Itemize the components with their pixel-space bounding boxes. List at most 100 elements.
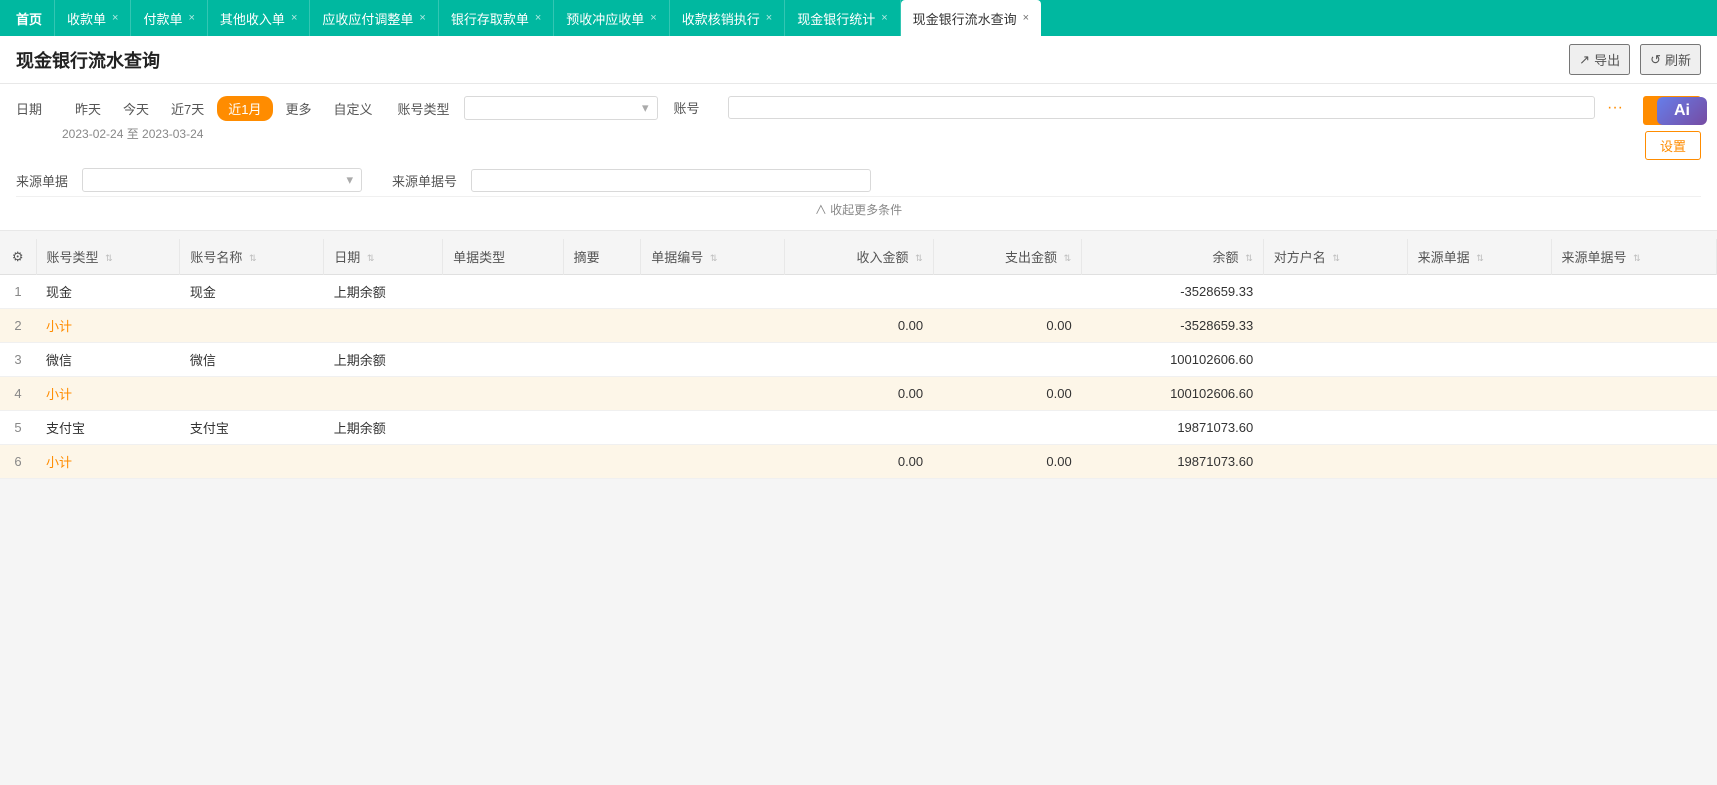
table-cell: [1407, 309, 1551, 343]
th-source-doc-no[interactable]: 来源单据号 ⇅: [1551, 239, 1716, 275]
table-cell: [1551, 309, 1716, 343]
table-cell: [563, 309, 641, 343]
sort-arrows-counterpart: ⇅: [1332, 254, 1340, 263]
table-cell: 0.00: [785, 445, 934, 479]
nav-item-verification[interactable]: 收款核销执行 ×: [670, 0, 785, 36]
sort-arrows-account-name: ⇅: [249, 254, 257, 263]
nav-close-other-income[interactable]: ×: [291, 12, 297, 24]
table-cell: 6: [0, 445, 36, 479]
nav-item-home[interactable]: 首页: [4, 0, 55, 36]
ai-badge[interactable]: Ai: [1657, 97, 1707, 125]
nav-item-payment[interactable]: 付款单 ×: [131, 0, 207, 36]
data-table: 账号类型 ⇅ 账号名称 ⇅ 日期 ⇅ 单据类型 摘要 单据编: [0, 239, 1717, 479]
nav-ar-ap-label: 应收应付调整单: [322, 9, 413, 28]
th-account-type-label: 账号类型: [47, 250, 99, 265]
export-button[interactable]: ↗ 导出: [1569, 44, 1630, 75]
filter-area: 日期 昨天 今天 近7天 近1月 更多 自定义 2023-02-24 至 202…: [0, 84, 1717, 231]
account-dots-btn[interactable]: ···: [1603, 99, 1627, 117]
table-header-row: 账号类型 ⇅ 账号名称 ⇅ 日期 ⇅ 单据类型 摘要 单据编: [0, 239, 1717, 275]
table-cell: 小计: [36, 445, 180, 479]
table-cell: 0.00: [933, 309, 1082, 343]
source-doc-select[interactable]: ▾: [82, 168, 362, 192]
nav-item-cash-bank-query[interactable]: 现金银行流水查询 ×: [901, 0, 1041, 36]
th-balance-label: 余额: [1213, 250, 1239, 265]
table-cell: [1551, 411, 1716, 445]
table-cell: -3528659.33: [1082, 309, 1264, 343]
date-label: 日期: [16, 99, 56, 118]
table-cell: [785, 275, 934, 309]
sort-arrows-doc-no: ⇅: [710, 254, 718, 263]
date-btn-today[interactable]: 今天: [114, 96, 158, 121]
table-cell: 现金: [36, 275, 180, 309]
table-cell: [1407, 343, 1551, 377]
date-btn-7days[interactable]: 近7天: [162, 96, 213, 121]
sort-arrows-income: ⇅: [915, 254, 923, 263]
table-cell: [563, 411, 641, 445]
table-cell: 19871073.60: [1082, 445, 1264, 479]
th-gear[interactable]: [0, 239, 36, 275]
table-cell: 19871073.60: [1082, 411, 1264, 445]
sort-arrows-date: ⇅: [367, 254, 375, 263]
nav-close-payment[interactable]: ×: [188, 12, 194, 24]
table-cell: [1263, 445, 1407, 479]
table-cell: [1551, 275, 1716, 309]
th-balance[interactable]: 余额 ⇅: [1082, 239, 1264, 275]
sort-arrows-source-doc: ⇅: [1476, 254, 1484, 263]
date-btn-1month[interactable]: 近1月: [217, 96, 272, 121]
sort-arrows-expense: ⇅: [1064, 254, 1072, 263]
account-type-select[interactable]: ▾: [464, 96, 658, 120]
th-doc-type: 单据类型: [443, 239, 564, 275]
table-cell: [1263, 411, 1407, 445]
collapse-bar[interactable]: ∧ 收起更多条件: [16, 196, 1701, 222]
th-account-type[interactable]: 账号类型 ⇅: [36, 239, 180, 275]
th-date[interactable]: 日期 ⇅: [324, 239, 443, 275]
refresh-label: 刷新: [1665, 50, 1691, 69]
nav-close-ar-ap[interactable]: ×: [419, 12, 425, 24]
th-source-doc[interactable]: 来源单据 ⇅: [1407, 239, 1551, 275]
nav-item-cash-bank-stat[interactable]: 现金银行统计 ×: [785, 0, 900, 36]
table-cell: 0.00: [785, 377, 934, 411]
table-cell: [1407, 377, 1551, 411]
nav-item-other-income[interactable]: 其他收入单 ×: [208, 0, 310, 36]
date-btn-yesterday[interactable]: 昨天: [66, 96, 110, 121]
table-cell: 小计: [36, 377, 180, 411]
table-cell: [324, 445, 443, 479]
th-counterpart-label: 对方户名: [1274, 250, 1326, 265]
th-doc-no[interactable]: 单据编号 ⇅: [641, 239, 785, 275]
nav-close-verification[interactable]: ×: [766, 12, 772, 24]
nav-close-receipt[interactable]: ×: [112, 12, 118, 24]
th-summary: 摘要: [563, 239, 641, 275]
refresh-button[interactable]: ↺ 刷新: [1640, 44, 1701, 75]
th-account-name[interactable]: 账号名称 ⇅: [180, 239, 324, 275]
source-doc-no-input[interactable]: [471, 169, 871, 192]
table-cell: 4: [0, 377, 36, 411]
account-input[interactable]: [728, 96, 1595, 119]
date-btn-more[interactable]: 更多: [277, 96, 321, 121]
table-cell: 支付宝: [36, 411, 180, 445]
nav-item-ar-ap-adjust[interactable]: 应收应付调整单 ×: [310, 0, 438, 36]
sort-arrows-balance: ⇅: [1245, 254, 1253, 263]
table-row: 4小计0.000.00100102606.60: [0, 377, 1717, 411]
nav-item-bank-deposit[interactable]: 银行存取款单 ×: [439, 0, 554, 36]
table-cell: [641, 377, 785, 411]
th-income[interactable]: 收入金额 ⇅: [785, 239, 934, 275]
table-cell: 微信: [180, 343, 324, 377]
th-income-label: 收入金额: [856, 250, 908, 265]
th-counterpart[interactable]: 对方户名 ⇅: [1263, 239, 1407, 275]
table-cell: [1263, 377, 1407, 411]
nav-close-cash-stat[interactable]: ×: [881, 12, 887, 24]
table-cell: -3528659.33: [1082, 275, 1264, 309]
table-cell: [443, 411, 564, 445]
nav-close-cash-query[interactable]: ×: [1023, 12, 1029, 24]
gear-icon: [12, 249, 24, 264]
nav-item-advance-offset[interactable]: 预收冲应收单 ×: [554, 0, 669, 36]
source-doc-no-label: 来源单据号: [392, 171, 457, 190]
nav-close-bank-deposit[interactable]: ×: [535, 12, 541, 24]
table-cell: [563, 377, 641, 411]
th-expense[interactable]: 支出金额 ⇅: [933, 239, 1082, 275]
nav-item-receipt[interactable]: 收款单 ×: [55, 0, 131, 36]
settings-button[interactable]: 设置: [1645, 131, 1701, 160]
th-expense-label: 支出金额: [1005, 250, 1057, 265]
date-btn-custom[interactable]: 自定义: [325, 96, 382, 121]
nav-close-advance-offset[interactable]: ×: [650, 12, 656, 24]
